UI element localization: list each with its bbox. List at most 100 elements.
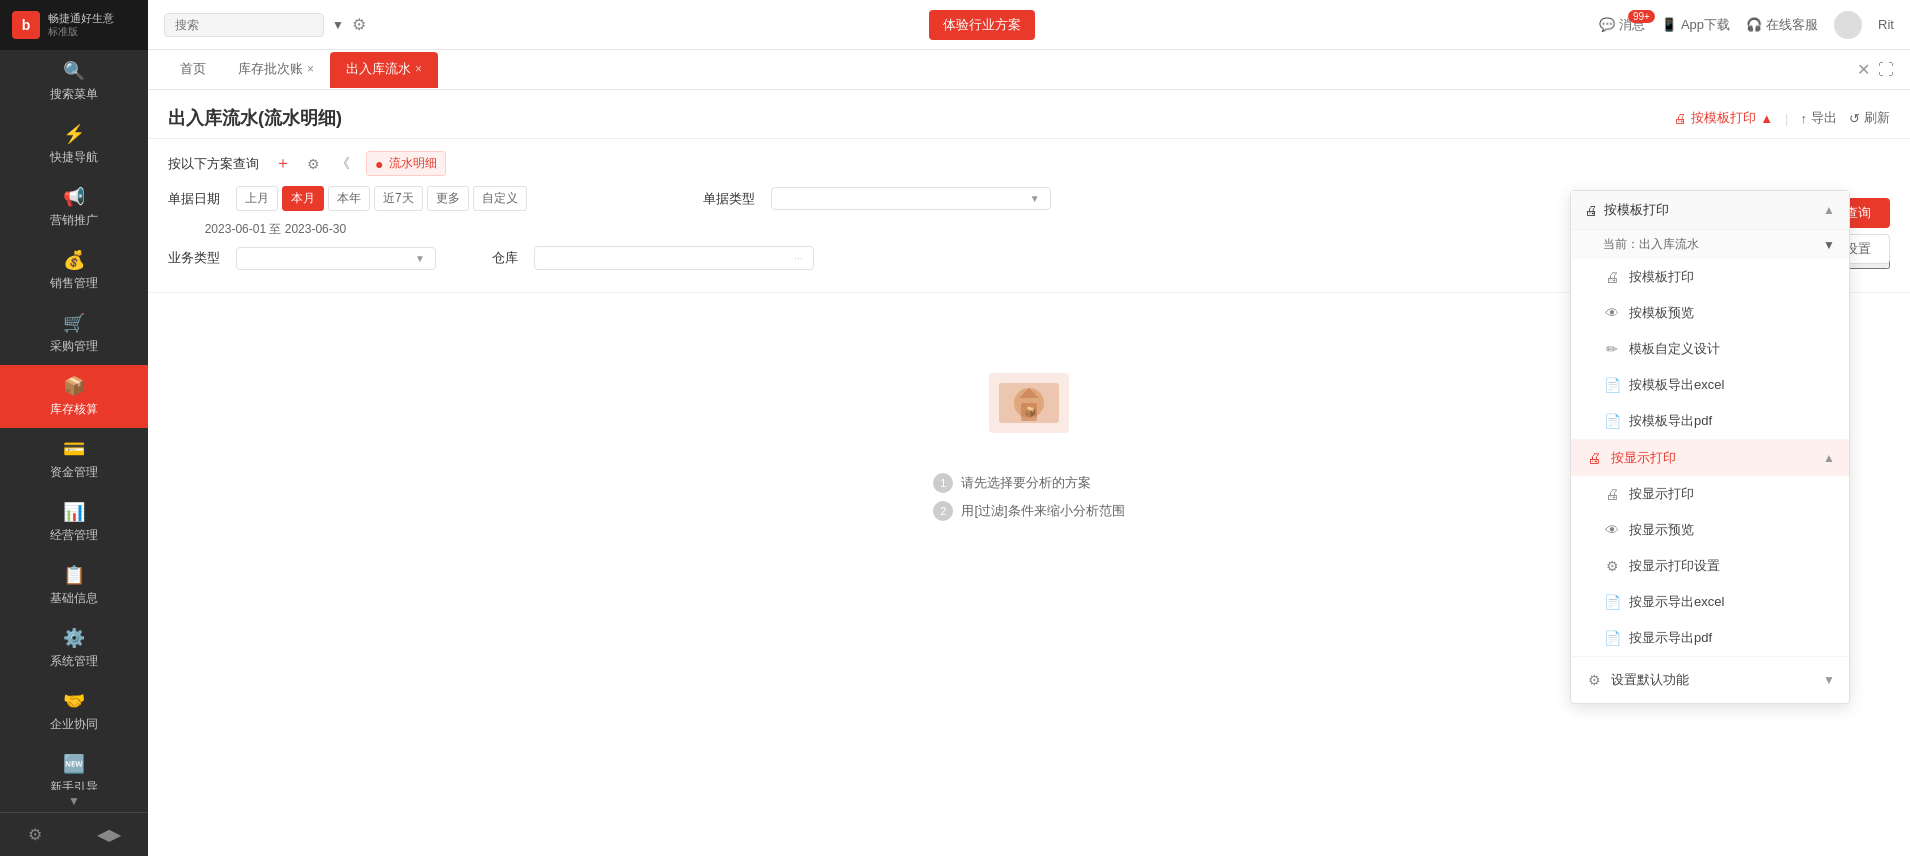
display-pdf-icon: 📄	[1603, 630, 1621, 646]
template-pdf-item[interactable]: 📄 按模板导出pdf	[1571, 403, 1849, 439]
template-print-item[interactable]: 🖨 按模板打印	[1571, 259, 1849, 295]
filter-settings-icon[interactable]: ⚙	[307, 156, 320, 172]
template-preview-item[interactable]: 👁 按模板预览	[1571, 295, 1849, 331]
print-icon: 🖨	[1674, 111, 1687, 126]
page-title: 出入库流水(流水明细)	[168, 106, 342, 130]
page-content: 出入库流水(流水明细) 🖨 按模板打印 ▲ | ↑ 导出 ↺ 刷新	[148, 90, 1910, 856]
sidebar-guide-icon: 🆕	[63, 753, 85, 775]
sidebar-item-guide[interactable]: 🆕 新手引导	[0, 743, 148, 790]
sidebar-search-icon: 🔍	[63, 60, 85, 82]
header-dropdown-arrow[interactable]: ▼	[332, 18, 344, 32]
sidebar-item-search[interactable]: 🔍 搜索菜单	[0, 50, 148, 113]
sidebar-collab-label: 企业协同	[50, 716, 98, 733]
date-chip-上月[interactable]: 上月	[236, 186, 278, 211]
date-chip-更多[interactable]: 更多	[427, 186, 469, 211]
filter-add-button[interactable]: ＋	[275, 153, 291, 174]
sidebar-funds-label: 资金管理	[50, 464, 98, 481]
flow-detail-tag[interactable]: ● 流水明细	[366, 151, 446, 176]
sidebar-system-label: 系统管理	[50, 653, 98, 670]
sidebar-quicknav-icon: ⚡	[63, 123, 85, 145]
sidebar-item-collab[interactable]: 🤝 企业协同	[0, 680, 148, 743]
tab-home[interactable]: 首页	[164, 52, 222, 88]
collapse-sidebar-icon[interactable]: ◀▶	[97, 825, 121, 844]
display-section-header[interactable]: 🖨 按显示打印 ▲	[1571, 440, 1849, 476]
set-default-arrow: ▼	[1823, 673, 1835, 687]
sidebar-item-sales[interactable]: 💰 销售管理	[0, 239, 148, 302]
sidebar-item-operations[interactable]: 📊 经营管理	[0, 491, 148, 554]
warehouse-more-icon: ···	[794, 252, 803, 264]
date-chip-近7天[interactable]: 近7天	[374, 186, 423, 211]
warehouse-area: 仓库	[492, 249, 518, 267]
type-dropdown-icon: ▼	[415, 253, 425, 264]
refresh-label: 刷新	[1864, 109, 1890, 127]
empty-steps-list: 1 请先选择要分析的方案 2 用[过滤]条件来缩小分析范围	[933, 473, 1124, 529]
doc-type-select[interactable]: ▼	[771, 187, 1051, 210]
template-design-item[interactable]: ✏ 模板自定义设计	[1571, 331, 1849, 367]
current-label: 当前：出入库流水	[1603, 236, 1699, 253]
print-button[interactable]: 🖨 按模板打印 ▲	[1674, 109, 1773, 127]
sidebar-item-purchase[interactable]: 🛒 采购管理	[0, 302, 148, 365]
set-default-icon: ⚙	[1585, 672, 1603, 688]
refresh-button[interactable]: ↺ 刷新	[1849, 109, 1890, 127]
maximize-window-button[interactable]: ⛶	[1878, 61, 1894, 79]
doc-type-dropdown-icon: ▼	[1030, 193, 1040, 204]
app-sub: 标准版	[48, 25, 114, 39]
trial-button[interactable]: 体验行业方案	[929, 10, 1035, 40]
sidebar-nav: 🔍 搜索菜单 ⚡ 快捷导航 📢 营销推广 💰 销售管理 🛒 采购管理 📦 库存核…	[0, 50, 148, 790]
sidebar-operations-icon: 📊	[63, 501, 85, 523]
app-download-button[interactable]: 📱 App下载	[1661, 16, 1730, 34]
template-design-icon: ✏	[1603, 341, 1621, 357]
date-chip-自定义[interactable]: 自定义	[473, 186, 527, 211]
sidebar-item-inventory[interactable]: 📦 库存核算	[0, 365, 148, 428]
sidebar-item-quicknav[interactable]: ⚡ 快捷导航	[0, 113, 148, 176]
sidebar-item-system[interactable]: ⚙️ 系统管理	[0, 617, 148, 680]
date-chip-本年[interactable]: 本年	[328, 186, 370, 211]
tab-flow-close[interactable]: ×	[415, 62, 422, 76]
customer-service-button[interactable]: 🎧 在线客服	[1746, 16, 1818, 34]
filter-collapse-icon[interactable]: 《	[336, 155, 350, 173]
settings-icon[interactable]: ⚙	[28, 825, 42, 844]
message-icon: 💬	[1599, 17, 1615, 32]
display-print-item[interactable]: 🖨 按显示打印	[1571, 476, 1849, 512]
display-print-icon: 🖨	[1603, 486, 1621, 502]
header-left: ▼ ⚙	[164, 13, 366, 37]
tab-batch-close[interactable]: ×	[307, 62, 314, 76]
sidebar-guide-label: 新手引导	[50, 779, 98, 790]
set-default-item[interactable]: ⚙ 设置默认功能 ▼	[1585, 665, 1835, 695]
print-dropdown-arrow[interactable]: ▲	[1760, 111, 1773, 126]
app-download-icon: 📱	[1661, 17, 1677, 32]
type-select[interactable]: ▼	[236, 247, 436, 270]
template-excel-item[interactable]: 📄 按模板导出excel	[1571, 367, 1849, 403]
tab-flow-label: 出入库流水	[346, 60, 411, 78]
sidebar-operations-label: 经营管理	[50, 527, 98, 544]
sidebar-bottom: ⚙ ◀▶	[0, 812, 148, 856]
dropdown-collapse-arrow[interactable]: ▲	[1823, 203, 1835, 217]
sidebar-item-basic[interactable]: 📋 基础信息	[0, 554, 148, 617]
display-section-icon: 🖨	[1585, 450, 1603, 466]
search-input[interactable]	[164, 13, 324, 37]
export-icon: ↑	[1801, 111, 1808, 126]
username-label: Rit	[1878, 17, 1894, 32]
sidebar-item-funds[interactable]: 💳 资金管理	[0, 428, 148, 491]
avatar[interactable]	[1834, 11, 1862, 39]
tab-flow[interactable]: 出入库流水 ×	[330, 52, 438, 88]
flow-tag-icon: ●	[375, 156, 383, 172]
sidebar-item-marketing[interactable]: 📢 营销推广	[0, 176, 148, 239]
display-settings-item[interactable]: ⚙ 按显示打印设置	[1571, 548, 1849, 584]
close-window-button[interactable]: ✕	[1857, 60, 1870, 79]
display-section-toggle[interactable]: ▲	[1823, 451, 1835, 465]
header-gear-icon[interactable]: ⚙	[352, 15, 366, 34]
export-button[interactable]: ↑ 导出	[1801, 109, 1838, 127]
tabs-bar: 首页 库存批次账 × 出入库流水 × ✕ ⛶	[148, 50, 1910, 90]
flow-tag-label: 流水明细	[389, 155, 437, 172]
tab-batch[interactable]: 库存批次账 ×	[222, 52, 330, 88]
date-chip-本月[interactable]: 本月	[282, 186, 324, 211]
export-label: 导出	[1811, 109, 1837, 127]
sidebar-funds-icon: 💳	[63, 438, 85, 460]
message-button[interactable]: 💬 消息 99+	[1599, 16, 1645, 34]
display-pdf-item[interactable]: 📄 按显示导出pdf	[1571, 620, 1849, 656]
display-excel-item[interactable]: 📄 按显示导出excel	[1571, 584, 1849, 620]
display-preview-item[interactable]: 👁 按显示预览	[1571, 512, 1849, 548]
warehouse-select[interactable]: ···	[534, 246, 814, 270]
sidebar-scroll-down[interactable]: ▼	[0, 790, 148, 812]
